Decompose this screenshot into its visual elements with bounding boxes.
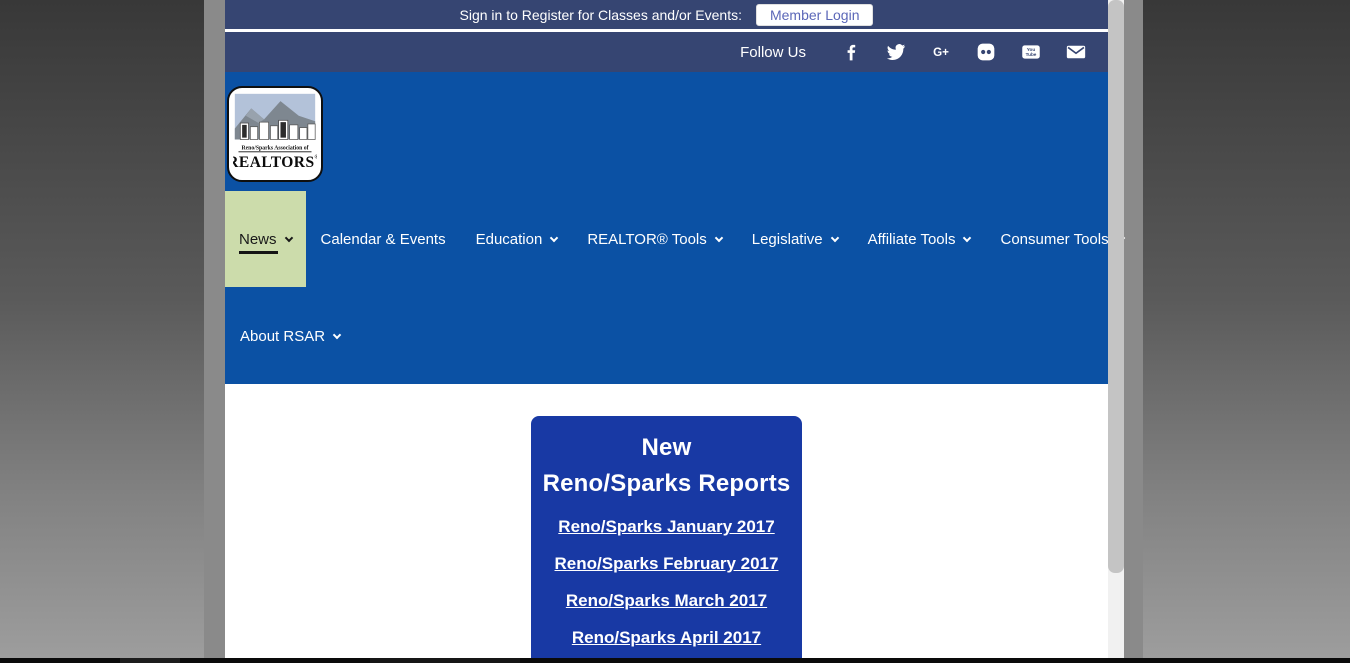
vertical-scrollbar[interactable]	[1108, 0, 1124, 663]
rsar-logo[interactable]: Reno/Sparks Association of REALTORS®	[227, 86, 323, 182]
nav-label: About RSAR	[240, 327, 326, 345]
nav-label: Calendar & Events	[320, 230, 446, 248]
nav-label: News	[239, 230, 277, 248]
facebook-icon[interactable]	[841, 42, 861, 62]
nav-item-affiliate-tools[interactable]: Affiliate Tools	[853, 191, 986, 287]
nav-item-calendar-events[interactable]: Calendar & Events	[306, 191, 461, 287]
report-link-january-2017[interactable]: Reno/Sparks January 2017	[531, 508, 802, 545]
member-login-button[interactable]: Member Login	[755, 3, 874, 26]
window-edge-right	[1124, 0, 1143, 663]
report-link-april-2017[interactable]: Reno/Sparks April 2017	[531, 619, 802, 656]
youtube-icon[interactable]: You Tube	[1021, 42, 1041, 62]
taskbar-edge	[0, 658, 1350, 663]
report-link-february-2017[interactable]: Reno/Sparks February 2017	[531, 545, 802, 582]
google-plus-icon[interactable]: G+	[931, 42, 951, 62]
svg-text:REALTORS®: REALTORS®	[233, 154, 317, 171]
desktop-background: Sign in to Register for Classes and/or E…	[0, 0, 1350, 663]
email-icon[interactable]	[1066, 42, 1086, 62]
nav-item-realtor-tools[interactable]: REALTOR® Tools	[572, 191, 736, 287]
logo-org-line: Reno/Sparks Association of	[241, 146, 308, 152]
secondary-nav: About RSAR	[225, 318, 355, 354]
window-edge-left	[204, 0, 225, 663]
chevron-down-icon	[714, 233, 723, 243]
main-nav: News Calendar & Events Education REALTOR…	[225, 191, 1139, 287]
reports-card: New Reno/Sparks Reports Reno/Sparks Janu…	[531, 416, 802, 663]
logo-registered-mark: ®	[315, 154, 317, 161]
nav-label: Consumer Tools	[1000, 230, 1109, 248]
nav-item-legislative[interactable]: Legislative	[737, 191, 853, 287]
active-underline	[239, 251, 278, 254]
taskbar-segment	[120, 658, 180, 663]
nav-label: Education	[475, 230, 543, 248]
nav-label: Legislative	[751, 230, 823, 248]
chevron-down-icon	[284, 233, 293, 243]
browser-page: Sign in to Register for Classes and/or E…	[225, 0, 1125, 663]
site-header: Reno/Sparks Association of REALTORS® New…	[225, 72, 1125, 384]
nav-item-news[interactable]: News	[225, 191, 306, 287]
follow-us-label: Follow Us	[740, 43, 806, 61]
chevron-down-icon	[830, 233, 839, 243]
scrollbar-thumb[interactable]	[1108, 0, 1124, 573]
nav-item-about-rsar[interactable]: About RSAR	[225, 328, 355, 345]
chevron-down-icon	[332, 330, 342, 340]
logo-realtors-text: REALTORS	[233, 154, 315, 171]
taskbar-segment	[370, 658, 520, 663]
svg-text:You: You	[1027, 47, 1036, 52]
reports-title-line1: New	[641, 434, 692, 461]
chevron-down-icon	[550, 233, 559, 243]
main-content: New Reno/Sparks Reports Reno/Sparks Janu…	[225, 384, 1108, 663]
nav-label: REALTOR® Tools	[587, 230, 707, 248]
reports-title: New Reno/Sparks Reports	[531, 430, 802, 502]
reports-link-list: Reno/Sparks January 2017 Reno/Sparks Feb…	[531, 508, 802, 656]
svg-text:G+: G+	[933, 46, 949, 59]
signin-text: Sign in to Register for Classes and/or E…	[459, 6, 742, 23]
reports-title-line2: Reno/Sparks Reports	[542, 470, 791, 497]
report-link-march-2017[interactable]: Reno/Sparks March 2017	[531, 582, 802, 619]
nav-label: Affiliate Tools	[867, 230, 956, 248]
signin-bar: Sign in to Register for Classes and/or E…	[225, 0, 1108, 29]
twitter-icon[interactable]	[886, 42, 906, 62]
social-bar: Follow Us G+ You Tube	[225, 32, 1108, 72]
svg-text:Tube: Tube	[1026, 52, 1037, 57]
chevron-down-icon	[963, 233, 972, 243]
nav-item-education[interactable]: Education	[461, 191, 573, 287]
flickr-icon[interactable]	[976, 42, 996, 62]
